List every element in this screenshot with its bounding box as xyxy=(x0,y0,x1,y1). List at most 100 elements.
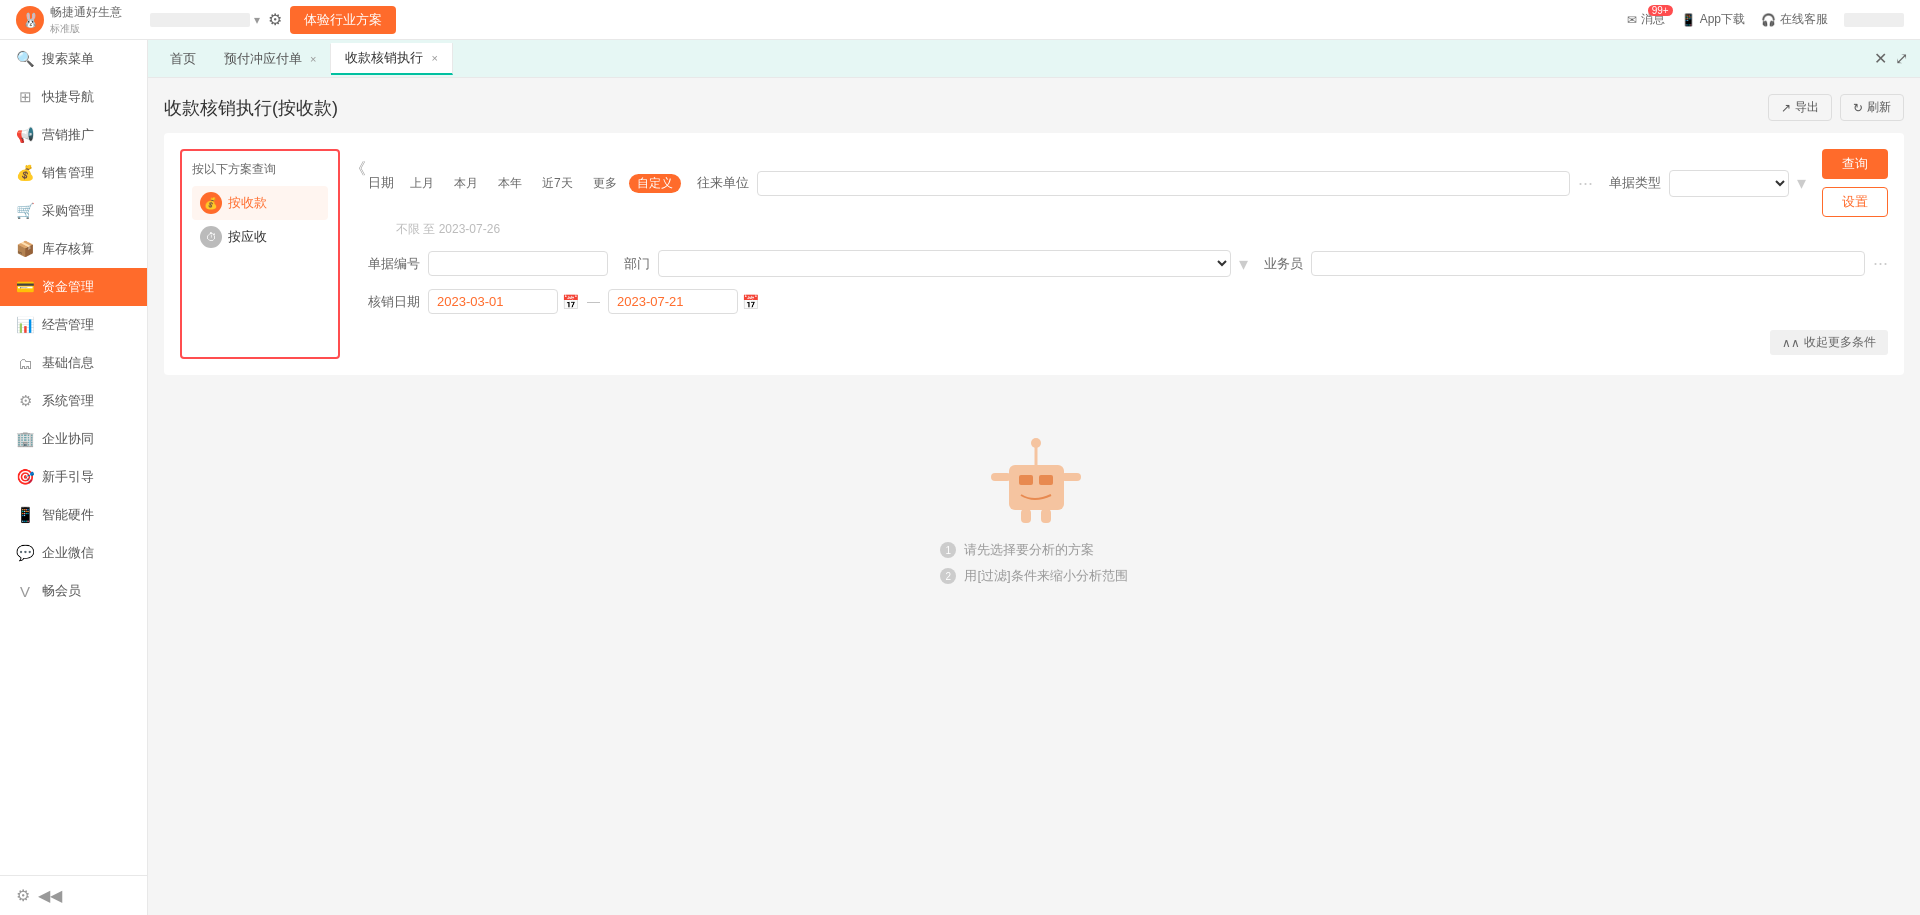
sidebar-item-wechat[interactable]: 💬 企业微信 xyxy=(0,534,147,572)
counterpart-dots[interactable]: ··· xyxy=(1578,173,1593,194)
bill-no-label: 单据编号 xyxy=(368,255,420,273)
export-label: 导出 xyxy=(1795,99,1819,116)
date-btn-more[interactable]: 更多 xyxy=(585,173,625,194)
sidebar-item-quick-nav[interactable]: ⊞ 快捷导航 xyxy=(0,78,147,116)
logo-icon: 🐰 xyxy=(16,6,44,34)
app-download-btn[interactable]: 📱 App下载 xyxy=(1681,11,1745,28)
filter-collapse-btn[interactable]: 《 xyxy=(348,159,368,180)
verify-date-end-cal-icon[interactable]: 📅 xyxy=(742,294,759,310)
bill-type-dots[interactable]: ▾ xyxy=(1797,172,1806,194)
verify-date-end-input[interactable] xyxy=(608,289,738,314)
dept-label: 部门 xyxy=(624,255,650,273)
export-button[interactable]: ↗ 导出 xyxy=(1768,94,1832,121)
filter-option-title: 按以下方案查询 xyxy=(192,161,328,178)
query-button[interactable]: 查询 xyxy=(1822,149,1888,179)
empty-tips: 1 请先选择要分析的方案 2 用[过滤]条件来缩小分析范围 xyxy=(940,541,1127,585)
tab-prepay[interactable]: 预付冲应付单 × xyxy=(210,44,331,74)
management-icon: 📊 xyxy=(16,316,34,334)
sidebar-item-sales[interactable]: 💰 销售管理 xyxy=(0,154,147,192)
main-panel: 首页 预付冲应付单 × 收款核销执行 × ✕ ⤢ 收款核销执行(按收款) ↗ xyxy=(148,40,1920,915)
settings-icon-btn[interactable]: ⚙ xyxy=(268,10,282,29)
inventory-icon: 📦 xyxy=(16,240,34,258)
verify-date-end-wrap: 📅 xyxy=(608,289,759,314)
online-service-btn[interactable]: 🎧 在线客服 xyxy=(1761,11,1828,28)
company-selector[interactable]: ▾ xyxy=(150,13,260,27)
close-window-btn[interactable]: ✕ xyxy=(1874,49,1887,68)
collapse-more-row: ∧∧ 收起更多条件 xyxy=(368,326,1888,359)
tip-num-1: 1 xyxy=(940,542,956,558)
user-name[interactable] xyxy=(1844,13,1904,27)
bill-no-item: 单据编号 xyxy=(368,251,608,276)
salesman-dots[interactable]: ··· xyxy=(1873,253,1888,274)
filter-option-panel: 按以下方案查询 💰 按收款 ⏱ 按应收 xyxy=(180,149,340,359)
sidebar-item-guide[interactable]: 🎯 新手引导 xyxy=(0,458,147,496)
top-bar-left: 🐰 畅捷通好生意 标准版 ▾ ⚙ 体验行业方案 xyxy=(16,4,396,36)
sidebar-collapse-btn[interactable]: ◀◀ xyxy=(38,886,62,905)
sidebar-item-management[interactable]: 📊 经营管理 xyxy=(0,306,147,344)
filter-option-by-receivable[interactable]: ⏱ 按应收 xyxy=(192,220,328,254)
solution-button[interactable]: 体验行业方案 xyxy=(290,6,396,34)
sidebar-item-capital[interactable]: 💳 资金管理 xyxy=(0,268,147,306)
sidebar-item-inventory[interactable]: 📦 库存核算 xyxy=(0,230,147,268)
tab-verify-close[interactable]: × xyxy=(431,52,437,64)
sidebar-item-basic-info[interactable]: 🗂 基础信息 xyxy=(0,344,147,382)
verify-date-start-cal-icon[interactable]: 📅 xyxy=(562,294,579,310)
refresh-button[interactable]: ↻ 刷新 xyxy=(1840,94,1904,121)
verify-date-start-input[interactable] xyxy=(428,289,558,314)
sidebar-item-system[interactable]: ⚙ 系统管理 xyxy=(0,382,147,420)
counterpart-input[interactable] xyxy=(757,171,1570,196)
salesman-input[interactable] xyxy=(1311,251,1865,276)
verify-date-label: 核销日期 xyxy=(368,293,420,311)
sidebar-item-enterprise[interactable]: 🏢 企业协同 xyxy=(0,420,147,458)
tab-verify[interactable]: 收款核销执行 × xyxy=(331,43,452,75)
svg-rect-0 xyxy=(1009,465,1064,510)
sidebar-settings-icon[interactable]: ⚙ xyxy=(16,886,30,905)
bill-type-select[interactable] xyxy=(1669,170,1789,197)
filter-fields: 日期 上月 本月 本年 近7天 更多 自定义 往来单位 xyxy=(368,149,1888,359)
sidebar-items-container: 🔍 搜索菜单 ⊞ 快捷导航 📢 营销推广 💰 销售管理 🛒 采购管理 📦 库存核… xyxy=(0,40,147,610)
marketing-icon: 📢 xyxy=(16,126,34,144)
message-btn[interactable]: ✉ 消息 99+ xyxy=(1627,11,1665,28)
svg-rect-2 xyxy=(1039,475,1053,485)
tip-label-1: 请先选择要分析的方案 xyxy=(964,541,1094,559)
service-icon: 🎧 xyxy=(1761,13,1776,27)
message-icon: ✉ xyxy=(1627,13,1637,27)
tab-verify-label: 收款核销执行 xyxy=(345,49,423,67)
app-name-group: 畅捷通好生意 标准版 xyxy=(50,4,122,36)
main-layout: 🔍 搜索菜单 ⊞ 快捷导航 📢 营销推广 💰 销售管理 🛒 采购管理 📦 库存核… xyxy=(0,40,1920,915)
date-btn-this-month[interactable]: 本月 xyxy=(446,173,486,194)
dept-select[interactable] xyxy=(658,250,1231,277)
collapse-more-button[interactable]: ∧∧ 收起更多条件 xyxy=(1770,330,1888,355)
date-btn-this-year[interactable]: 本年 xyxy=(490,173,530,194)
empty-tip-2: 2 用[过滤]条件来缩小分析范围 xyxy=(940,567,1127,585)
receipt-option-icon: 💰 xyxy=(200,192,222,214)
date-btn-7days[interactable]: 近7天 xyxy=(534,173,581,194)
salesman-item: 业务员 ··· xyxy=(1264,251,1888,276)
date-btn-custom[interactable]: 自定义 xyxy=(629,174,681,193)
dept-item: 部门 ▾ xyxy=(624,250,1248,277)
app-logo: 🐰 畅捷通好生意 标准版 xyxy=(16,4,122,36)
top-bar: 🐰 畅捷通好生意 标准版 ▾ ⚙ 体验行业方案 ✉ 消息 99+ 📱 App下载… xyxy=(0,0,1920,40)
tab-bar-right: ✕ ⤢ xyxy=(1874,49,1912,68)
setting-button[interactable]: 设置 xyxy=(1822,187,1888,217)
basic-info-icon: 🗂 xyxy=(16,355,34,372)
sidebar-item-marketing[interactable]: 📢 营销推广 xyxy=(0,116,147,154)
sidebar-item-member[interactable]: V 畅会员 xyxy=(0,572,147,610)
member-icon: V xyxy=(16,583,34,600)
sidebar-item-search-menu[interactable]: 🔍 搜索菜单 xyxy=(0,40,147,78)
bill-no-input[interactable] xyxy=(428,251,608,276)
sidebar-item-purchase[interactable]: 🛒 采购管理 xyxy=(0,192,147,230)
bill-type-label: 单据类型 xyxy=(1609,174,1661,192)
svg-rect-1 xyxy=(1019,475,1033,485)
filter-option-by-receipt[interactable]: 💰 按收款 xyxy=(192,186,328,220)
purchase-icon: 🛒 xyxy=(16,202,34,220)
counterpart-item: 往来单位 ··· xyxy=(697,171,1593,196)
tab-prepay-close[interactable]: × xyxy=(310,53,316,65)
basic-info-label: 基础信息 xyxy=(42,354,94,372)
dept-chevron[interactable]: ▾ xyxy=(1239,253,1248,275)
company-name xyxy=(150,13,250,27)
tab-home[interactable]: 首页 xyxy=(156,44,210,74)
maximize-btn[interactable]: ⤢ xyxy=(1895,49,1908,68)
date-btn-last-month[interactable]: 上月 xyxy=(402,173,442,194)
sidebar-item-hardware[interactable]: 📱 智能硬件 xyxy=(0,496,147,534)
